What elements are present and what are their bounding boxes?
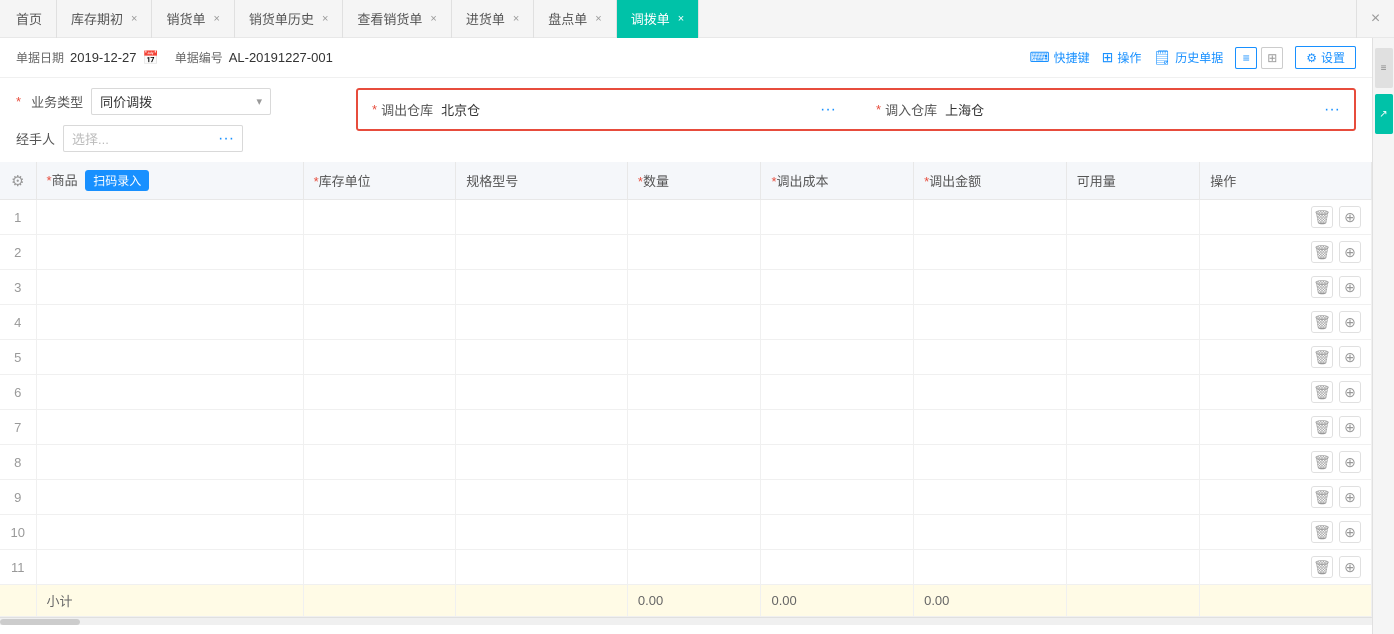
close-icon[interactable]: × bbox=[131, 13, 137, 25]
col-spec: 规格型号 bbox=[456, 162, 628, 200]
biz-type-select[interactable]: 同价调拨 ▾ bbox=[91, 88, 271, 115]
tab-inventory-init[interactable]: 库存期初 × bbox=[57, 0, 152, 38]
delete-icon[interactable]: 🗑 bbox=[1311, 241, 1333, 263]
sidebar-expand-button[interactable]: ↗ bbox=[1375, 94, 1393, 134]
col-op: 操作 bbox=[1200, 162, 1372, 200]
copy-icon[interactable]: ⊕ bbox=[1339, 521, 1361, 543]
table-container: ⚙ *商品 扫码录入 *库存单位 规格型号 *数量 bbox=[0, 162, 1372, 634]
shortcut-button[interactable]: ⌨ 快捷键 bbox=[1029, 49, 1089, 66]
table-row: 1🗑⊕ bbox=[0, 200, 1372, 235]
table-row: 10🗑⊕ bbox=[0, 515, 1372, 550]
table-row: 3🗑⊕ bbox=[0, 270, 1372, 305]
close-icon[interactable]: × bbox=[595, 13, 601, 25]
delete-icon[interactable]: 🗑 bbox=[1311, 521, 1333, 543]
operation-button[interactable]: ⊞ 操作 bbox=[1102, 49, 1142, 66]
delete-icon[interactable]: 🗑 bbox=[1311, 381, 1333, 403]
close-icon[interactable]: × bbox=[513, 13, 519, 25]
delete-icon[interactable]: 🗑 bbox=[1311, 206, 1333, 228]
tab-sales-history[interactable]: 销货单历史 × bbox=[235, 0, 343, 38]
subtotal-row: 小计 0.00 0.00 0.00 bbox=[0, 585, 1372, 617]
col-product: *商品 扫码录入 bbox=[36, 162, 303, 200]
delete-icon[interactable]: 🗑 bbox=[1311, 416, 1333, 438]
doc-number-field: 单据编号 AL-20191227-001 bbox=[175, 49, 333, 66]
setting-button[interactable]: ⚙ 设置 bbox=[1295, 46, 1356, 69]
delete-icon[interactable]: 🗑 bbox=[1311, 346, 1333, 368]
warehouse-section: * 调出仓库 北京仓 ··· * 调入仓库 上海仓 ··· bbox=[356, 88, 1356, 131]
col-cost: *调出成本 bbox=[761, 162, 914, 200]
form-left: * 业务类型 同价调拨 ▾ 经手人 选择... ··· bbox=[16, 88, 336, 152]
table-row: 8🗑⊕ bbox=[0, 445, 1372, 480]
right-sidebar: ≡ ↗ bbox=[1372, 38, 1394, 634]
copy-icon[interactable]: ⊕ bbox=[1339, 416, 1361, 438]
person-field: 经手人 选择... ··· bbox=[16, 125, 336, 152]
dots-icon[interactable]: ··· bbox=[218, 130, 234, 148]
copy-icon[interactable]: ⊕ bbox=[1339, 381, 1361, 403]
tab-view-sales[interactable]: 查看销货单 × bbox=[343, 0, 451, 38]
date-field: 单据日期 2019-12-27 📅 bbox=[16, 49, 159, 66]
tab-sales[interactable]: 销货单 × bbox=[152, 0, 234, 38]
table-row: 7🗑⊕ bbox=[0, 410, 1372, 445]
close-icon[interactable]: × bbox=[678, 13, 684, 25]
copy-icon[interactable]: ⊕ bbox=[1339, 346, 1361, 368]
scrollbar-thumb[interactable] bbox=[0, 619, 80, 625]
history-icon: 🗒 bbox=[1153, 49, 1171, 66]
col-avail: 可用量 bbox=[1066, 162, 1200, 200]
chevron-down-icon: ▾ bbox=[257, 95, 263, 108]
history-button[interactable]: 🗒 历史单据 bbox=[1153, 49, 1223, 66]
close-icon[interactable]: × bbox=[430, 13, 436, 25]
col-qty: *数量 bbox=[627, 162, 761, 200]
copy-icon[interactable]: ⊕ bbox=[1339, 311, 1361, 333]
table-row: 9🗑⊕ bbox=[0, 480, 1372, 515]
delete-icon[interactable]: 🗑 bbox=[1311, 451, 1333, 473]
sidebar-list-button[interactable]: ≡ bbox=[1375, 48, 1393, 88]
calendar-icon[interactable]: 📅 bbox=[143, 50, 159, 66]
copy-icon[interactable]: ⊕ bbox=[1339, 276, 1361, 298]
col-gear: ⚙ bbox=[0, 162, 36, 200]
in-warehouse-dots[interactable]: ··· bbox=[1324, 101, 1340, 119]
person-select[interactable]: 选择... ··· bbox=[63, 125, 243, 152]
table-row: 4🗑⊕ bbox=[0, 305, 1372, 340]
gear-icon: ⚙ bbox=[1306, 51, 1317, 65]
layout-buttons: ≡ ⊞ bbox=[1235, 47, 1283, 69]
copy-icon[interactable]: ⊕ bbox=[1339, 486, 1361, 508]
table-row: 6🗑⊕ bbox=[0, 375, 1372, 410]
tab-bar: 首页 库存期初 × 销货单 × 销货单历史 × 查看销货单 × 进货单 × 盘点… bbox=[0, 0, 1394, 38]
col-unit: *库存单位 bbox=[303, 162, 456, 200]
out-warehouse-field: * 调出仓库 北京仓 ··· bbox=[372, 100, 836, 119]
tab-transfer[interactable]: 调拨单 × bbox=[617, 0, 699, 38]
scan-button[interactable]: 扫码录入 bbox=[85, 170, 149, 191]
items-table: ⚙ *商品 扫码录入 *库存单位 规格型号 *数量 bbox=[0, 162, 1372, 617]
keyboard-icon: ⌨ bbox=[1029, 49, 1049, 66]
form-area: * 业务类型 同价调拨 ▾ 经手人 选择... ··· * 调出仓库 北京仓 bbox=[0, 78, 1372, 152]
delete-icon[interactable]: 🗑 bbox=[1311, 276, 1333, 298]
layout-grid-button[interactable]: ⊞ bbox=[1261, 47, 1283, 69]
in-warehouse-field: * 调入仓库 上海仓 ··· bbox=[876, 100, 1340, 119]
copy-icon[interactable]: ⊕ bbox=[1339, 241, 1361, 263]
copy-icon[interactable]: ⊕ bbox=[1339, 206, 1361, 228]
delete-icon[interactable]: 🗑 bbox=[1311, 486, 1333, 508]
table-gear-icon[interactable]: ⚙ bbox=[11, 173, 24, 190]
table-row: 5🗑⊕ bbox=[0, 340, 1372, 375]
close-icon[interactable]: × bbox=[213, 13, 219, 25]
copy-icon[interactable]: ⊕ bbox=[1339, 451, 1361, 473]
tab-home[interactable]: 首页 bbox=[0, 0, 57, 38]
horizontal-scrollbar[interactable] bbox=[0, 617, 1372, 625]
delete-icon[interactable]: 🗑 bbox=[1311, 556, 1333, 578]
content-area: 单据日期 2019-12-27 📅 单据编号 AL-20191227-001 ⌨… bbox=[0, 38, 1372, 634]
toolbar-right: ⌨ 快捷键 ⊞ 操作 🗒 历史单据 ≡ ⊞ ⚙ 设置 bbox=[1029, 46, 1356, 69]
out-warehouse-dots[interactable]: ··· bbox=[820, 101, 836, 119]
toolbar: 单据日期 2019-12-27 📅 单据编号 AL-20191227-001 ⌨… bbox=[0, 38, 1372, 78]
layout-list-button[interactable]: ≡ bbox=[1235, 47, 1257, 69]
biz-type-field: * 业务类型 同价调拨 ▾ bbox=[16, 88, 336, 115]
col-amount: *调出金额 bbox=[914, 162, 1067, 200]
tab-inventory-check[interactable]: 盘点单 × bbox=[534, 0, 616, 38]
grid-icon: ⊞ bbox=[1102, 49, 1114, 66]
table-row: 11🗑⊕ bbox=[0, 550, 1372, 585]
copy-icon[interactable]: ⊕ bbox=[1339, 556, 1361, 578]
tab-purchase[interactable]: 进货单 × bbox=[452, 0, 534, 38]
table-row: 2🗑⊕ bbox=[0, 235, 1372, 270]
delete-icon[interactable]: 🗑 bbox=[1311, 311, 1333, 333]
window-close-button[interactable]: × bbox=[1356, 0, 1394, 38]
close-icon[interactable]: × bbox=[322, 13, 328, 25]
